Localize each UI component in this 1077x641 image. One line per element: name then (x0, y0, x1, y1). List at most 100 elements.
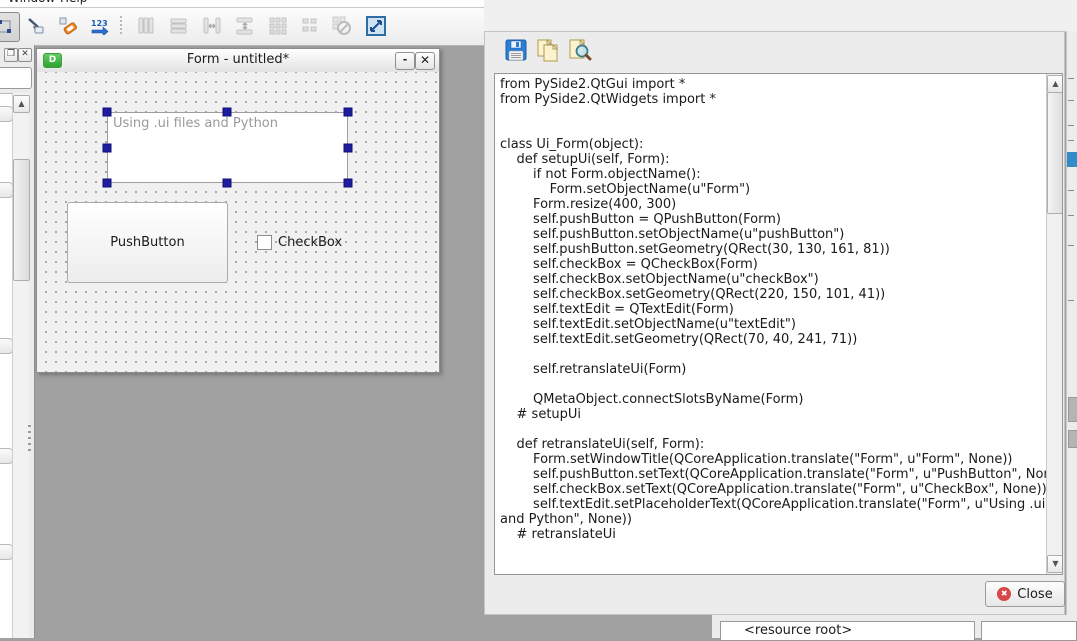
tree-branch-mark (1068, 78, 1074, 79)
code-line: self.textEdit.setObjectName(u"textEdit") (500, 317, 1046, 332)
scroll-up-icon[interactable]: ▲ (1047, 75, 1063, 93)
widget-filter-input[interactable] (0, 67, 32, 89)
edit-signals-slots-icon (27, 17, 45, 35)
save-icon (505, 39, 527, 61)
form-minimize-button[interactable]: - (395, 52, 415, 70)
code-line: self.checkBox = QCheckBox(Form) (500, 257, 1046, 272)
code-line: self.checkBox.setObjectName(u"checkBox") (500, 272, 1046, 287)
edit-signals-slots-button[interactable] (22, 12, 50, 40)
selection-handle-e[interactable] (344, 144, 353, 153)
code-line: if not Form.objectName(): (500, 167, 1046, 182)
break-layout-button[interactable] (328, 12, 356, 40)
selection-handle-sw[interactable] (103, 179, 112, 188)
layout-horizontal-splitter-button[interactable] (198, 12, 226, 40)
dock-float-button[interactable]: ❐ (4, 48, 18, 62)
edit-widgets-button[interactable] (0, 12, 20, 42)
code-scrollbar[interactable]: ▲ ▼ (1046, 74, 1062, 574)
layout-grid-button[interactable] (264, 12, 292, 40)
tree-branch-mark (1068, 140, 1074, 141)
selection-handle-se[interactable] (344, 179, 353, 188)
textedit-placeholder-text: Using .ui files and Python (113, 116, 347, 131)
widget-box-dock: ❐ ✕ ▲ (0, 45, 35, 638)
form-close-button[interactable]: ✕ (415, 52, 435, 70)
selection-handle-w[interactable] (103, 144, 112, 153)
pushbutton-widget[interactable]: PushButton (67, 202, 228, 283)
toolbar-separator (120, 16, 122, 36)
tree-selected-row[interactable] (1067, 152, 1077, 167)
code-line: Form.setWindowTitle(QCoreApplication.tra… (500, 452, 1046, 467)
code-line: def setupUi(self, Form): (500, 152, 1046, 167)
code-line: self.textEdit.setPlaceholderText(QCoreAp… (500, 497, 1046, 512)
copy-button[interactable] (535, 37, 561, 63)
form-titlebar[interactable]: D Form - untitled* - ✕ (37, 49, 439, 73)
code-line: def retranslateUi(self, Form): (500, 437, 1046, 452)
layout-horizontal-button[interactable] (132, 12, 160, 40)
code-line: from PySide2.QtGui import * (500, 77, 1046, 92)
svg-text:123: 123 (91, 19, 108, 28)
code-line: self.textEdit.setGeometry(QRect(70, 40, … (500, 332, 1046, 347)
menubar: Window Help (0, 0, 484, 8)
tree-branch-mark (1068, 245, 1074, 246)
tree-branch-mark (1068, 100, 1074, 101)
selection-handle-ne[interactable] (344, 108, 353, 117)
dock-close-button[interactable]: ✕ (18, 48, 32, 62)
menu-help[interactable]: Help (60, 0, 87, 5)
code-scrollbar-thumb[interactable] (1047, 92, 1063, 214)
adjust-size-button[interactable] (362, 12, 390, 40)
main-toolbar: 123 (0, 8, 484, 46)
layout-form-button[interactable] (296, 12, 324, 40)
tree-branch-mark (1068, 190, 1074, 191)
dialog-top-strip (484, 0, 1077, 32)
layout-vertical-icon (170, 17, 188, 35)
code-line: # retranslateUi (500, 527, 1046, 542)
tree-branch-mark (1068, 215, 1074, 216)
code-line (500, 107, 1046, 122)
code-line: self.pushButton.setGeometry(QRect(30, 13… (500, 242, 1046, 257)
checkbox-widget[interactable]: CheckBox (257, 222, 358, 263)
resource-browser: <resource root> (712, 615, 1077, 638)
find-button[interactable] (567, 37, 593, 63)
widget-list-scrollbar[interactable]: ▲ (12, 93, 29, 638)
code-line: class Ui_Form(object): (500, 137, 1046, 152)
tree-scroll-block[interactable] (1068, 397, 1077, 422)
save-button[interactable] (503, 37, 529, 63)
right-panel-edge (1066, 31, 1077, 615)
code-view[interactable]: from PySide2.QtGui import *from PySide2.… (494, 73, 1063, 575)
close-button-label: Close (1017, 587, 1052, 602)
selection-handle-nw[interactable] (103, 108, 112, 117)
tree-scroll-block[interactable] (1068, 430, 1077, 448)
code-text: from PySide2.QtGui import *from PySide2.… (500, 77, 1046, 542)
layout-vertical-button[interactable] (165, 12, 193, 40)
edit-widgets-icon (0, 19, 13, 35)
code-line: from PySide2.QtWidgets import * (500, 92, 1046, 107)
code-line (500, 377, 1046, 392)
code-preview-dialog: from PySide2.QtGui import *from PySide2.… (484, 31, 1065, 615)
scrollbar-thumb[interactable] (13, 159, 30, 281)
dock-resize-grip[interactable] (28, 425, 31, 451)
layout-horizontal-icon (137, 17, 155, 35)
edit-tab-order-button[interactable]: 123 (86, 12, 114, 40)
form-editor-window: D Form - untitled* - ✕ Using .ui files a… (36, 48, 440, 373)
form-canvas[interactable]: Using .ui files and Python PushButton Ch… (37, 72, 439, 372)
scroll-down-icon[interactable]: ▼ (1047, 555, 1063, 573)
textedit-widget[interactable]: Using .ui files and Python (107, 112, 348, 183)
layout-horizontal-splitter-icon (203, 17, 221, 35)
code-line: Form.resize(400, 300) (500, 197, 1046, 212)
selection-handle-n[interactable] (223, 108, 232, 117)
edit-buddies-button[interactable] (54, 12, 82, 40)
find-icon (568, 39, 592, 62)
selection-handle-s[interactable] (223, 179, 232, 188)
checkbox-label: CheckBox (278, 235, 342, 250)
layout-grid-icon (269, 17, 287, 35)
layout-form-icon (302, 18, 318, 34)
menu-window[interactable]: Window (8, 0, 55, 5)
resource-panel[interactable] (981, 621, 1077, 641)
layout-vertical-splitter-button[interactable] (231, 12, 259, 40)
code-line: QMetaObject.connectSlotsByName(Form) (500, 392, 1046, 407)
adjust-size-icon (366, 16, 386, 36)
scroll-up-icon[interactable]: ▲ (13, 95, 30, 113)
edit-tab-order-icon: 123 (90, 17, 110, 35)
close-button[interactable]: ✖ Close (985, 581, 1065, 607)
resource-root-item[interactable]: <resource root> (720, 621, 975, 641)
checkbox-box[interactable] (257, 235, 272, 250)
